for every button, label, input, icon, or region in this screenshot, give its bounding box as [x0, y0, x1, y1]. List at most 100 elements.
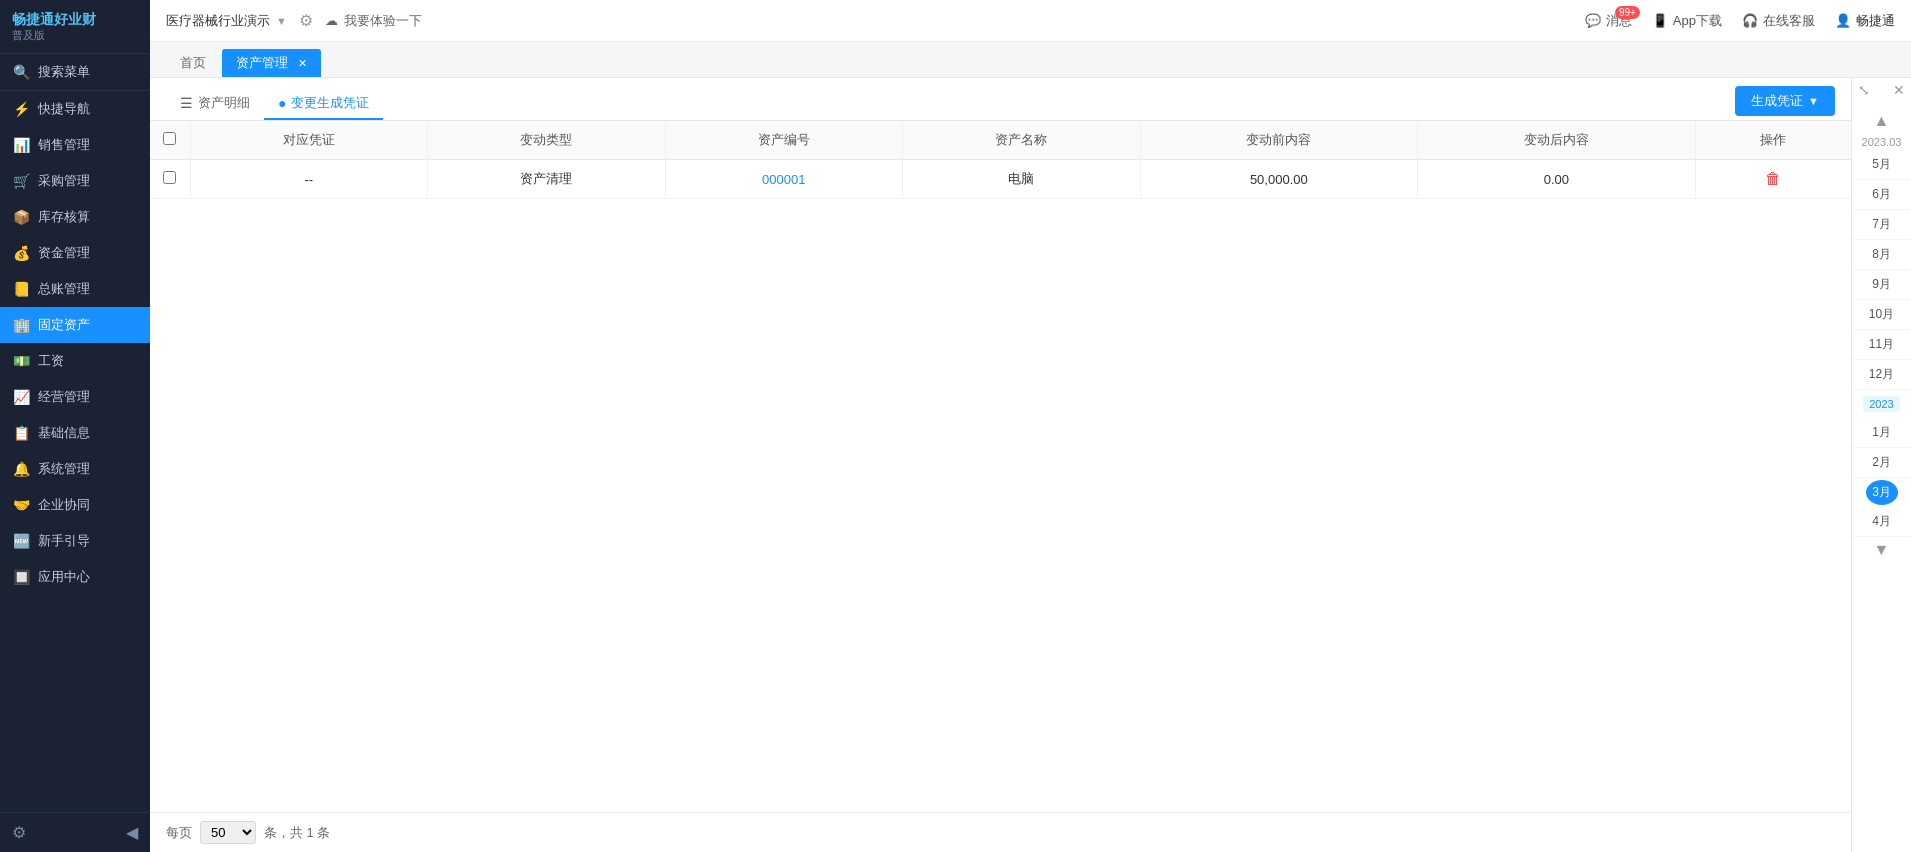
sidebar-item-search[interactable]: 🔍 搜索菜单: [0, 54, 150, 91]
collapse-icon[interactable]: ◀: [126, 823, 138, 842]
sidebar-item-basic[interactable]: 📋 基础信息: [0, 415, 150, 451]
header-gear-icon[interactable]: ⚙: [299, 11, 313, 30]
tab-home[interactable]: 首页: [166, 49, 220, 77]
detail-tab-label: 资产明细: [198, 94, 250, 112]
cal-month-3[interactable]: 3月: [1866, 480, 1898, 505]
operations-icon: 📈: [12, 388, 30, 406]
row-voucher: --: [190, 160, 428, 199]
company-selector[interactable]: 医疗器械行业演示 ▼: [166, 12, 287, 30]
col-action: 操作: [1695, 121, 1851, 160]
headset-icon: 🎧: [1742, 13, 1758, 28]
tab-asset[interactable]: 资产管理 ✕: [222, 49, 321, 77]
voucher-tab-label: 变更生成凭证: [291, 94, 369, 112]
top-header: 医疗器械行业演示 ▼ ⚙ ☁ 我要体验一下 💬 消息 99+ 📱 App下载 🎧…: [150, 0, 1911, 42]
col-change-type: 变动类型: [428, 121, 666, 160]
basic-icon: 📋: [12, 424, 30, 442]
calendar-scroll-up[interactable]: ▲: [1852, 108, 1911, 134]
ledger-icon: 📒: [12, 280, 30, 298]
generate-voucher-button[interactable]: 生成凭证 ▼: [1735, 86, 1835, 116]
cal-month-5[interactable]: 5月: [1852, 150, 1911, 180]
app-download-action[interactable]: 📱 App下载: [1652, 12, 1722, 30]
cloud-icon: ☁: [325, 13, 338, 28]
sidebar-bottom: ⚙ ◀: [0, 812, 150, 852]
cal-month-4[interactable]: 4月: [1852, 507, 1911, 537]
content-wrapper: ☰ 资产明细 ● 变更生成凭证 生成凭证 ▼: [150, 78, 1911, 852]
generate-btn-label: 生成凭证: [1751, 92, 1803, 110]
sidebar-item-appstore[interactable]: 🔲 应用中心: [0, 559, 150, 595]
company-dropdown-arrow: ▼: [276, 15, 287, 27]
sub-tab-detail[interactable]: ☰ 资产明细: [166, 88, 264, 120]
cal-month-8[interactable]: 8月: [1852, 240, 1911, 270]
sidebar-item-enterprise[interactable]: 🤝 企业协同: [0, 487, 150, 523]
calendar-year-current[interactable]: 2023: [1852, 394, 1911, 414]
row-asset-name: 电脑: [903, 160, 1141, 199]
row-asset-code[interactable]: 000001: [665, 160, 903, 199]
cal-month-7[interactable]: 7月: [1852, 210, 1911, 240]
delete-row-button[interactable]: 🗑: [1765, 170, 1781, 188]
sidebar-item-purchase[interactable]: 🛒 采购管理: [0, 163, 150, 199]
sidebar-item-quicknav[interactable]: ⚡ 快捷导航: [0, 91, 150, 127]
logo-text: 畅捷通好业财: [12, 10, 96, 28]
message-icon: 💬: [1585, 13, 1601, 28]
purchase-icon: 🛒: [12, 172, 30, 190]
cal-month-2[interactable]: 2月: [1852, 448, 1911, 478]
sidebar-appstore-label: 应用中心: [38, 568, 90, 586]
cal-month-1[interactable]: 1月: [1852, 418, 1911, 448]
col-voucher: 对应凭证: [190, 121, 428, 160]
cal-month-11[interactable]: 11月: [1852, 330, 1911, 360]
sidebar-fixed-label: 固定资产: [38, 316, 90, 334]
table-footer: 每页 50 10 20 100 条，共 1 条: [150, 812, 1851, 852]
table-row: -- 资产清理 000001 电脑 50,000.00 0.00 🗑: [150, 160, 1851, 199]
customer-service-label: 在线客服: [1763, 12, 1815, 30]
sidebar-item-sales[interactable]: 📊 销售管理: [0, 127, 150, 163]
row-change-type: 资产清理: [428, 160, 666, 199]
calendar-scroll-down[interactable]: ▼: [1852, 537, 1911, 563]
messages-action[interactable]: 💬 消息 99+: [1585, 12, 1632, 30]
total-count: 条，共 1 条: [264, 824, 330, 842]
sidebar: 畅捷通好业财 普及版 🔍 搜索菜单 ⚡ 快捷导航 📊 销售管理 🛒 采购管理 📦…: [0, 0, 150, 852]
settings-icon[interactable]: ⚙: [12, 823, 26, 842]
sidebar-item-inventory[interactable]: 📦 库存核算: [0, 199, 150, 235]
fixed-icon: 🏢: [12, 316, 30, 334]
content-area: ☰ 资产明细 ● 变更生成凭证 生成凭证 ▼: [150, 78, 1851, 852]
row-checkbox[interactable]: [163, 171, 176, 184]
row-checkbox-cell[interactable]: [150, 160, 190, 199]
sidebar-item-salary[interactable]: 💵 工资: [0, 343, 150, 379]
cal-month-10[interactable]: 10月: [1852, 300, 1911, 330]
sub-tab-voucher[interactable]: ● 变更生成凭证: [264, 88, 383, 120]
sidebar-item-fixed[interactable]: 🏢 固定资产: [0, 307, 150, 343]
enterprise-icon: 🤝: [12, 496, 30, 514]
calendar-close-icon[interactable]: ✕: [1893, 82, 1905, 98]
col-asset-name: 资产名称: [903, 121, 1141, 160]
table-header-checkbox[interactable]: [150, 121, 190, 160]
user-action[interactable]: 👤 畅捷通: [1835, 12, 1895, 30]
sidebar-item-ledger[interactable]: 📒 总账管理: [0, 271, 150, 307]
sidebar-funds-label: 资金管理: [38, 244, 90, 262]
sidebar-quicknav-label: 快捷导航: [38, 100, 90, 118]
voucher-tab-icon: ●: [278, 95, 286, 111]
sidebar-item-funds[interactable]: 💰 资金管理: [0, 235, 150, 271]
select-all-checkbox[interactable]: [163, 132, 176, 145]
row-before: 50,000.00: [1140, 160, 1418, 199]
company-name: 医疗器械行业演示: [166, 12, 270, 30]
cal-month-12[interactable]: 12月: [1852, 360, 1911, 390]
sidebar-item-system[interactable]: 🔔 系统管理: [0, 451, 150, 487]
table-container: 对应凭证 变动类型 资产编号 资产名称 变动前内容 变动后内容 操作: [150, 121, 1851, 812]
tab-close-icon[interactable]: ✕: [298, 57, 307, 69]
customer-service-action[interactable]: 🎧 在线客服: [1742, 12, 1815, 30]
cal-month-9[interactable]: 9月: [1852, 270, 1911, 300]
calendar-expand-icon[interactable]: ⤡: [1858, 82, 1870, 98]
salary-icon: 💵: [12, 352, 30, 370]
app-download-icon: 📱: [1652, 13, 1668, 28]
quicknav-icon: ⚡: [12, 100, 30, 118]
page-size-select[interactable]: 50 10 20 100: [200, 821, 256, 844]
experience-button[interactable]: ☁ 我要体验一下: [325, 12, 422, 30]
cal-month-6[interactable]: 6月: [1852, 180, 1911, 210]
sidebar-item-operations[interactable]: 📈 经营管理: [0, 379, 150, 415]
sidebar-logo: 畅捷通好业财 普及版: [0, 0, 150, 54]
sub-tabs: ☰ 资产明细 ● 变更生成凭证 生成凭证 ▼: [150, 78, 1851, 121]
user-avatar-icon: 👤: [1835, 13, 1851, 28]
asset-table: 对应凭证 变动类型 资产编号 资产名称 变动前内容 变动后内容 操作: [150, 121, 1851, 199]
sidebar-item-guide[interactable]: 🆕 新手引导: [0, 523, 150, 559]
message-badge: 99+: [1615, 6, 1640, 19]
